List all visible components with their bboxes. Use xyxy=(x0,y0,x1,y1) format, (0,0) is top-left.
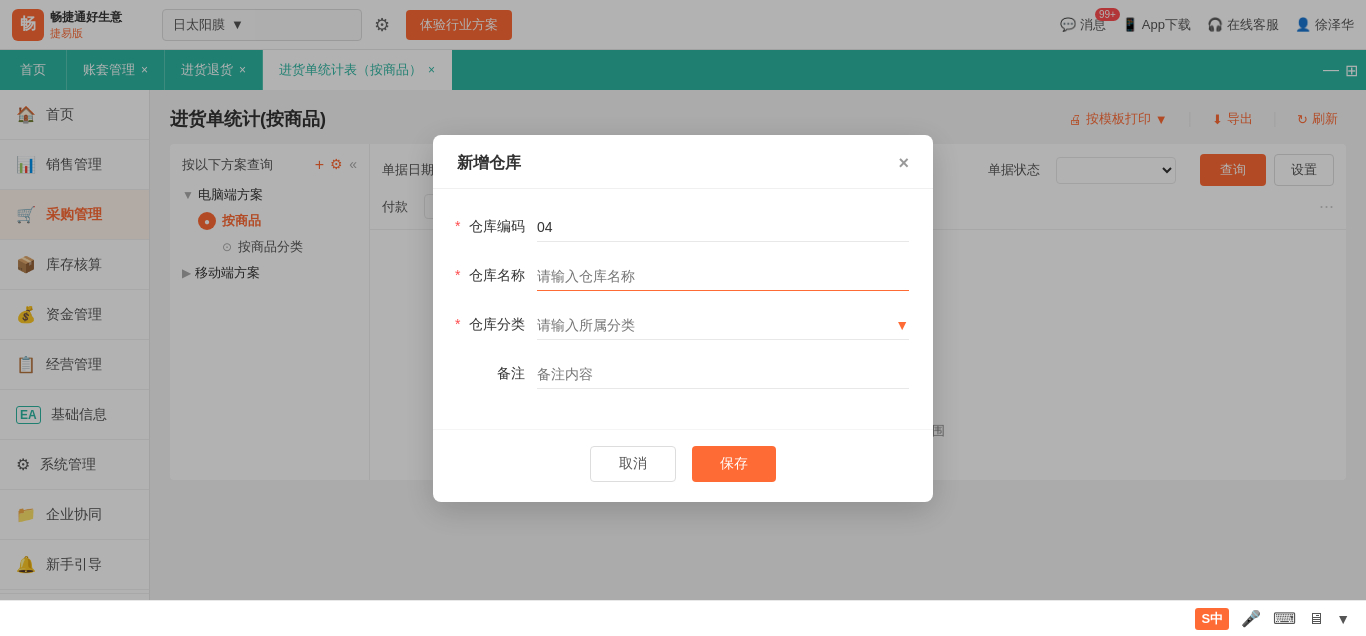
code-label-text: 仓库编码 xyxy=(469,218,525,234)
form-row-category: 仓库分类 ▼ xyxy=(457,311,909,340)
category-label: 仓库分类 xyxy=(457,316,537,334)
save-button[interactable]: 保存 xyxy=(692,446,776,482)
note-input[interactable] xyxy=(537,360,909,389)
category-input[interactable] xyxy=(537,311,909,340)
note-label: 备注 xyxy=(457,365,537,383)
form-row-code: 仓库编码 xyxy=(457,213,909,242)
category-label-text: 仓库分类 xyxy=(469,316,525,332)
bottom-status-bar: S中 🎤 ⌨ 🖥 ▼ xyxy=(0,600,1366,636)
modal-title: 新增仓库 xyxy=(457,153,521,174)
s-icon[interactable]: S中 xyxy=(1195,608,1229,630)
microphone-icon[interactable]: 🎤 xyxy=(1241,609,1261,628)
name-label: 仓库名称 xyxy=(457,267,537,285)
code-input[interactable] xyxy=(537,213,909,242)
modal-close-button[interactable]: × xyxy=(898,154,909,172)
modal-header: 新增仓库 × xyxy=(433,135,933,189)
name-label-text: 仓库名称 xyxy=(469,267,525,283)
add-warehouse-modal: 新增仓库 × 仓库编码 仓库名称 仓库分类 xyxy=(433,135,933,502)
collapse-down-icon[interactable]: ▼ xyxy=(1336,611,1350,627)
category-select-wrap: ▼ xyxy=(537,311,909,340)
code-label: 仓库编码 xyxy=(457,218,537,236)
modal-footer: 取消 保存 xyxy=(433,429,933,502)
modal-body: 仓库编码 仓库名称 仓库分类 ▼ xyxy=(433,189,933,429)
category-dropdown-arrow[interactable]: ▼ xyxy=(895,317,909,333)
cancel-button[interactable]: 取消 xyxy=(590,446,676,482)
name-input[interactable] xyxy=(537,262,909,291)
keyboard-icon[interactable]: ⌨ xyxy=(1273,609,1296,628)
modal-overlay: 新增仓库 × 仓库编码 仓库名称 仓库分类 xyxy=(0,0,1366,636)
form-row-name: 仓库名称 xyxy=(457,262,909,291)
monitor-icon[interactable]: 🖥 xyxy=(1308,610,1324,628)
form-row-note: 备注 xyxy=(457,360,909,389)
note-label-text: 备注 xyxy=(497,365,525,381)
